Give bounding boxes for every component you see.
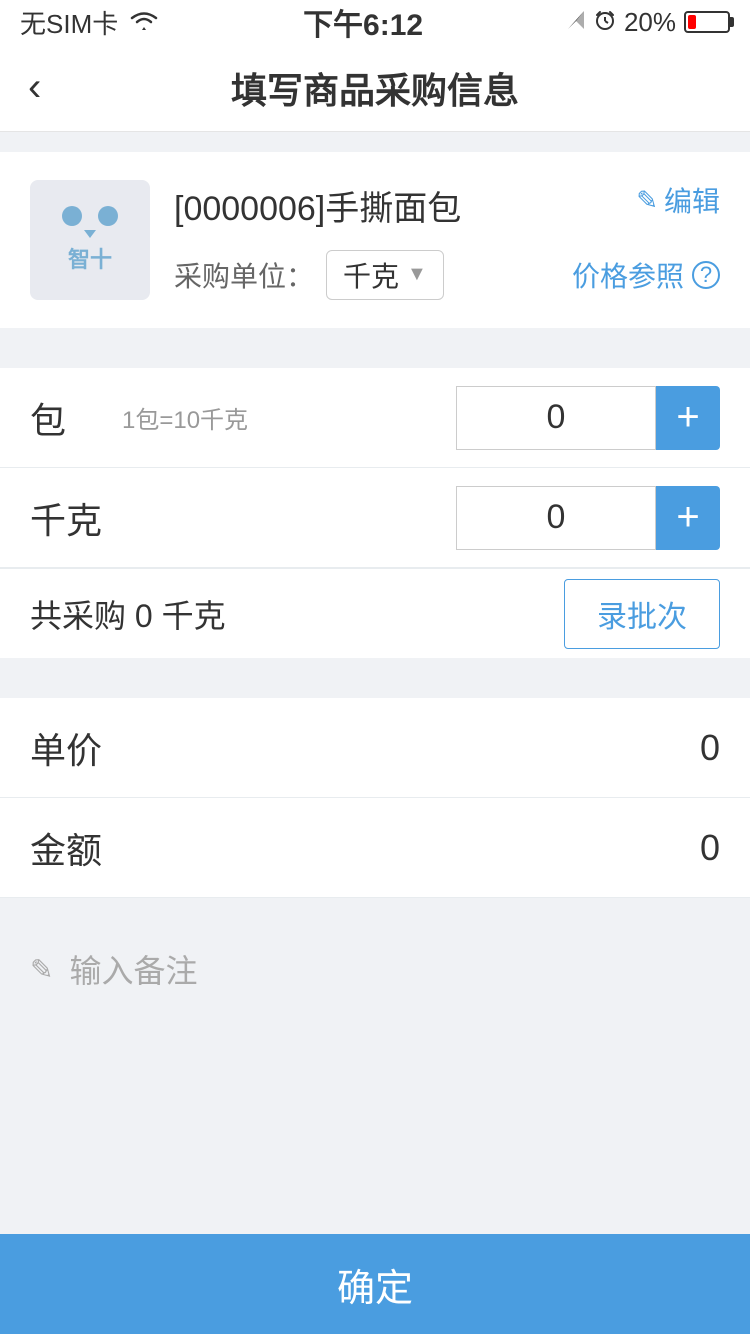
nav-bar: ‹ 填写商品采购信息 bbox=[0, 44, 750, 132]
price-divider bbox=[0, 658, 750, 678]
price-section: 单价 0 金额 0 bbox=[0, 698, 750, 898]
middle-divider bbox=[0, 328, 750, 348]
edit-label: 编辑 bbox=[664, 180, 720, 220]
bao-label: 包 bbox=[30, 392, 110, 444]
bao-input-control: + bbox=[456, 386, 720, 450]
product-id: [0000006] bbox=[174, 190, 325, 228]
amount-label: 金额 bbox=[30, 822, 102, 874]
owl-beak bbox=[84, 230, 96, 238]
price-ref-label: 价格参照 bbox=[572, 255, 684, 295]
status-right: 20% bbox=[566, 7, 730, 38]
kg-input-control: + bbox=[456, 486, 720, 550]
unit-selector[interactable]: 千克 ▼ bbox=[326, 250, 444, 300]
unit-price-row: 单价 0 bbox=[0, 698, 750, 798]
price-ref-icon: ? bbox=[692, 261, 720, 289]
note-placeholder: 输入备注 bbox=[69, 946, 197, 992]
bao-sublabel: 1包=10千克 bbox=[122, 400, 456, 435]
unit-arrow-icon: ▼ bbox=[407, 263, 427, 286]
confirm-button[interactable]: 确定 bbox=[0, 1234, 750, 1334]
product-logo: 智十 bbox=[50, 205, 130, 275]
kg-row: 千克 + bbox=[0, 468, 750, 568]
alarm-icon bbox=[594, 7, 616, 38]
product-card: 智十 [0000006]手撕面包 采购单位： 千克 ▼ 价格参照 ? ✎ 编辑 bbox=[0, 152, 750, 328]
note-section: ✎ 输入备注 bbox=[0, 918, 750, 1118]
pencil-icon: ✎ bbox=[30, 953, 53, 986]
total-unit: 千克 bbox=[162, 598, 226, 634]
summary-row: 共采购 0 千克 录批次 bbox=[0, 568, 750, 658]
summary-text: 共采购 0 千克 bbox=[30, 591, 226, 637]
unit-label: 采购单位： bbox=[174, 255, 314, 295]
product-meta: 采购单位： 千克 ▼ 价格参照 ? bbox=[174, 250, 720, 300]
bao-input[interactable] bbox=[456, 386, 656, 450]
logo-text: 智十 bbox=[68, 242, 112, 274]
owl-eye-left bbox=[62, 206, 82, 226]
unit-value: 千克 bbox=[343, 255, 399, 295]
status-bar: 无SIM卡 下午6:12 20% bbox=[0, 0, 750, 44]
footer-spacer bbox=[0, 1118, 750, 1218]
wifi-icon bbox=[128, 7, 160, 38]
battery-percent: 20% bbox=[624, 7, 676, 38]
bao-row: 包 1包=10千克 + bbox=[0, 368, 750, 468]
kg-input[interactable] bbox=[456, 486, 656, 550]
batch-button[interactable]: 录批次 bbox=[564, 579, 720, 649]
edit-icon: ✎ bbox=[636, 185, 658, 216]
page-title: 填写商品采购信息 bbox=[231, 62, 519, 114]
kg-plus-button[interactable]: + bbox=[656, 486, 720, 550]
quantity-section: 包 1包=10千克 + 千克 + 共采购 0 千克 录批次 bbox=[0, 368, 750, 658]
location-icon bbox=[566, 7, 586, 38]
price-reference[interactable]: 价格参照 ? bbox=[572, 255, 720, 295]
kg-label: 千克 bbox=[30, 492, 110, 544]
edit-button[interactable]: ✎ 编辑 bbox=[636, 180, 720, 220]
total-value: 0 bbox=[135, 598, 153, 634]
status-left: 无SIM卡 bbox=[20, 4, 160, 41]
owl-eyes bbox=[62, 206, 118, 226]
status-time: 下午6:12 bbox=[303, 0, 423, 44]
top-divider bbox=[0, 132, 750, 152]
bao-plus-button[interactable]: + bbox=[656, 386, 720, 450]
battery-icon bbox=[684, 11, 730, 33]
amount-value: 0 bbox=[700, 827, 720, 869]
total-label: 共采购 bbox=[30, 598, 126, 634]
back-button[interactable]: ‹ bbox=[28, 65, 41, 110]
purchase-unit: 采购单位： 千克 ▼ bbox=[174, 250, 444, 300]
note-input-area[interactable]: ✎ 输入备注 bbox=[30, 946, 720, 992]
product-title: 手撕面包 bbox=[325, 190, 461, 228]
unit-price-label: 单价 bbox=[30, 722, 102, 774]
carrier-text: 无SIM卡 bbox=[20, 4, 118, 41]
unit-price-value: 0 bbox=[700, 727, 720, 769]
owl-eye-right bbox=[98, 206, 118, 226]
product-image: 智十 bbox=[30, 180, 150, 300]
amount-row: 金额 0 bbox=[0, 798, 750, 898]
